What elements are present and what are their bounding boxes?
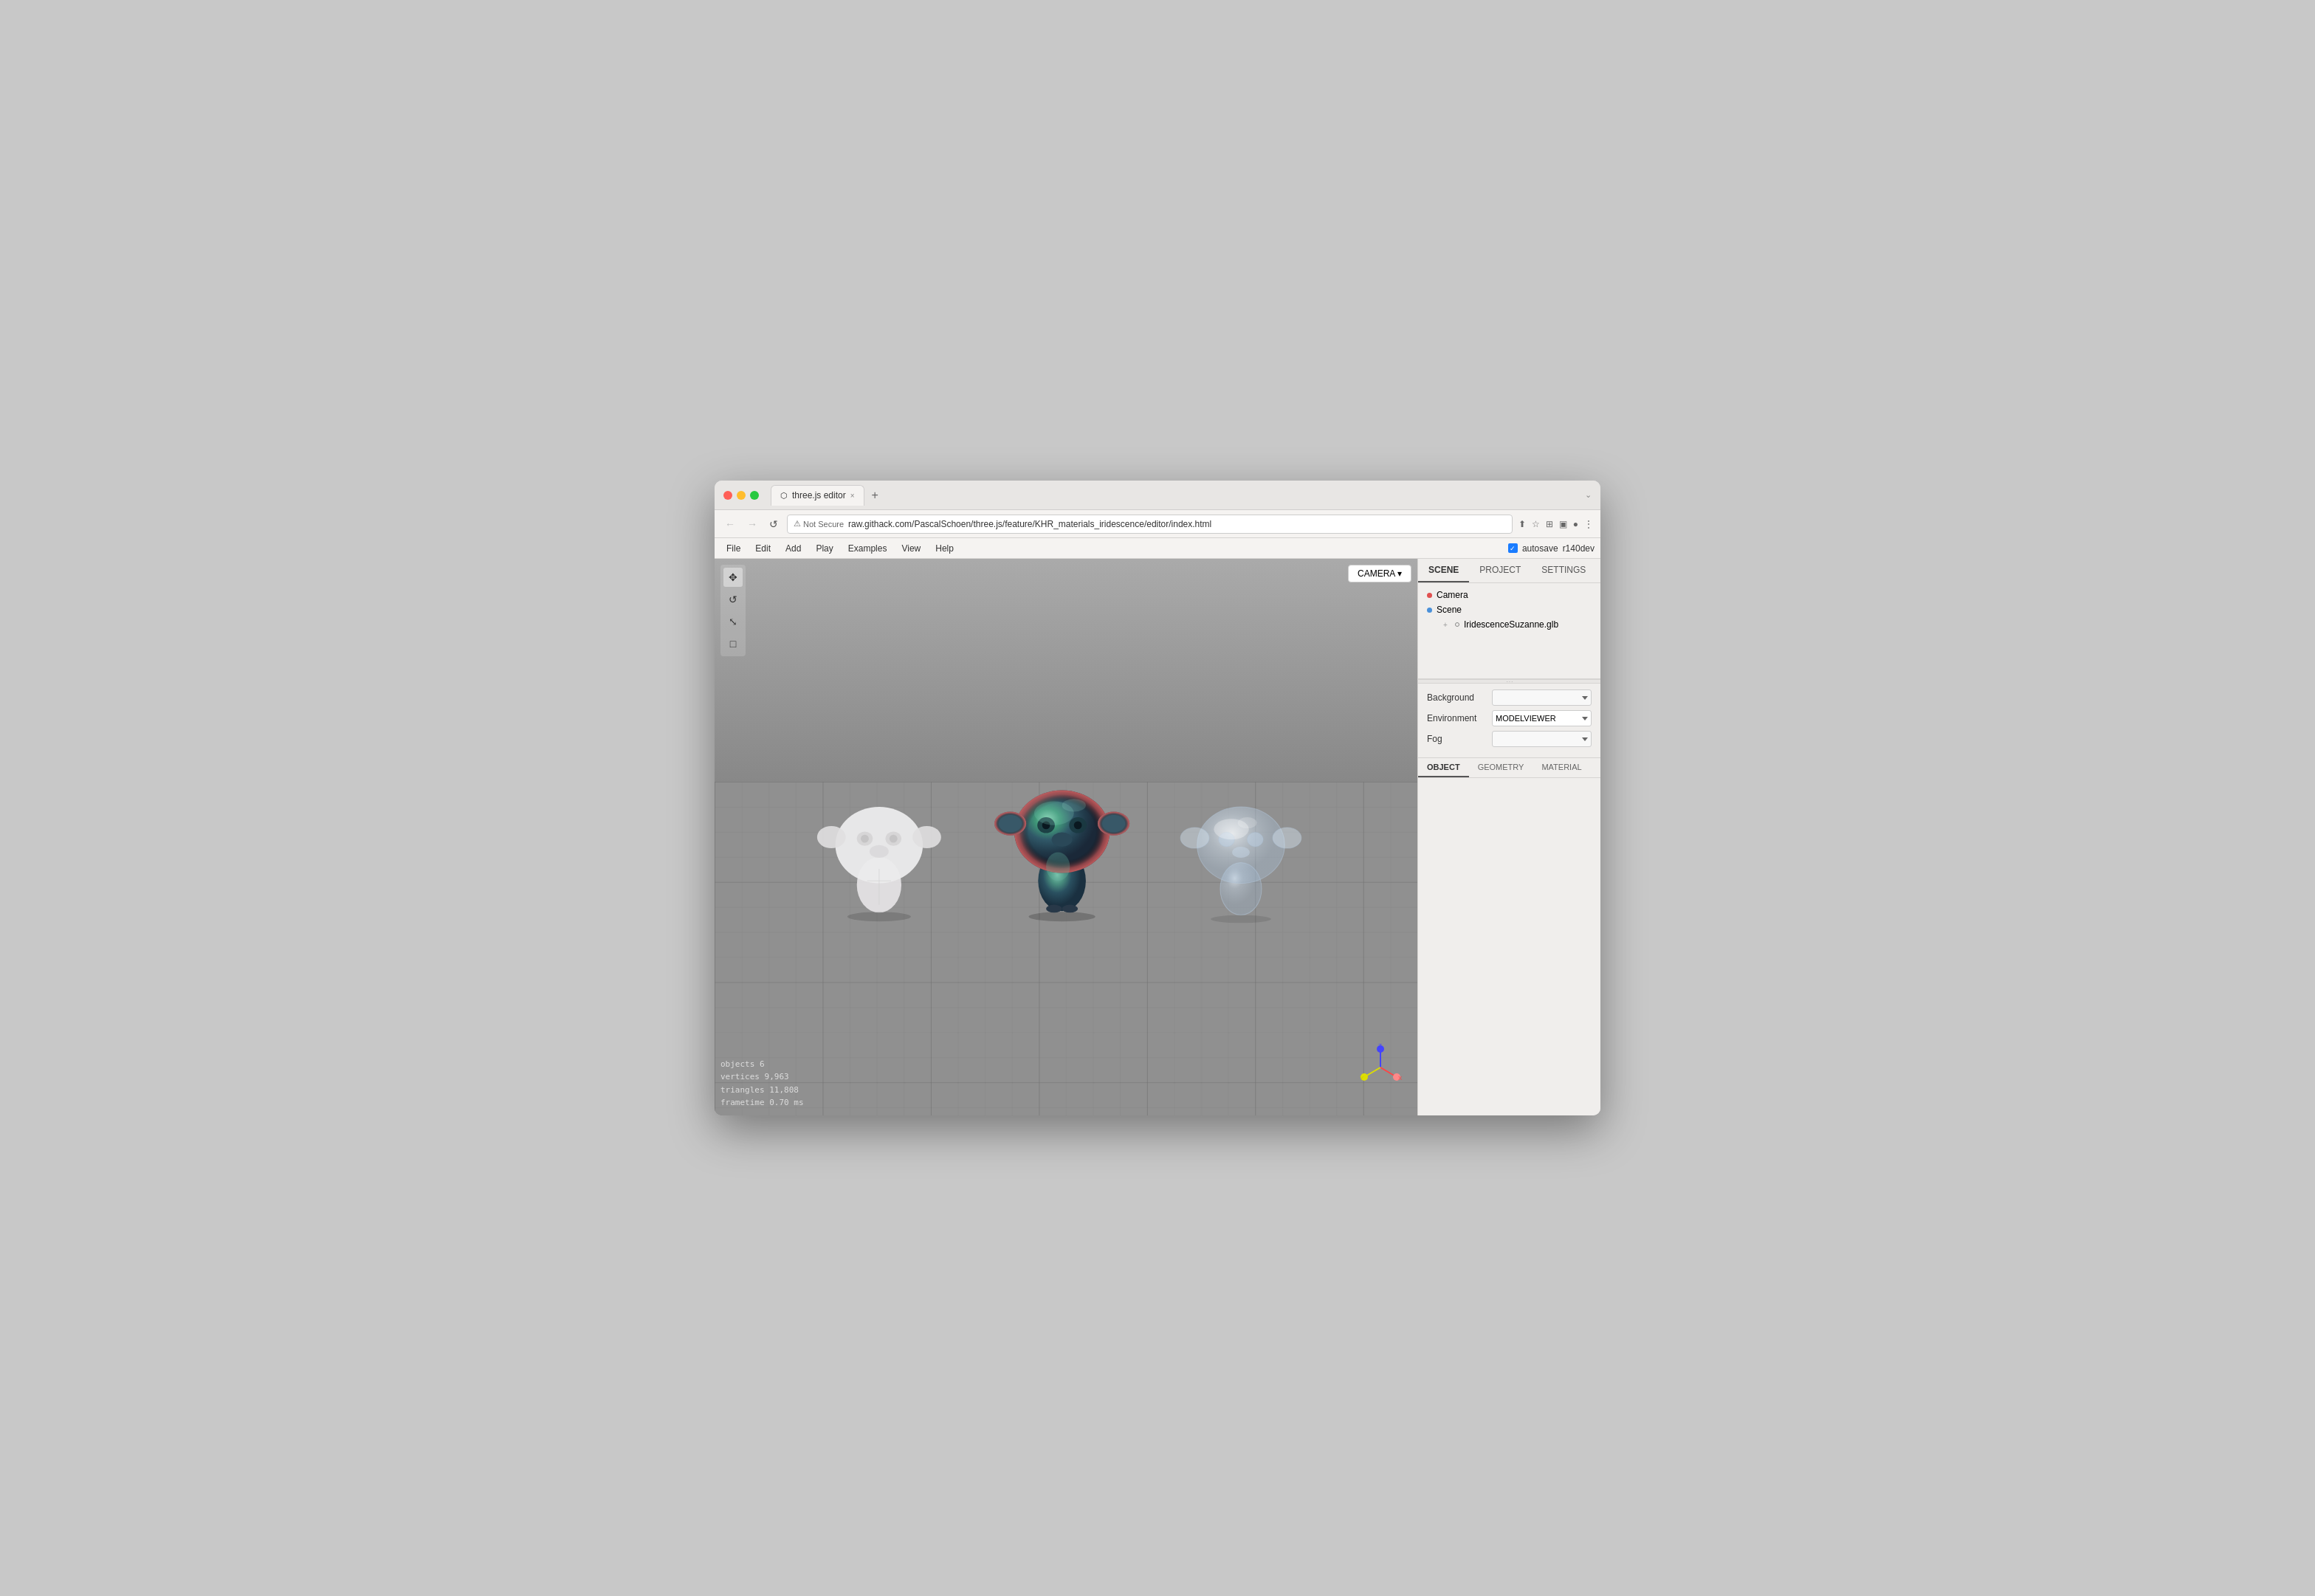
svg-rect-2	[715, 782, 1417, 1115]
tab-project[interactable]: PROJECT	[1469, 559, 1531, 582]
toolbar-left: ✥ ↺ ⤡ □	[720, 565, 746, 656]
tree-glb-label: IridescenceSuzanne.glb	[1464, 619, 1558, 630]
stat-vertices: vertices 9,963	[720, 1070, 804, 1084]
svg-text:X: X	[1398, 1075, 1403, 1081]
select-icon: □	[730, 638, 736, 650]
menu-play[interactable]: Play	[810, 541, 839, 556]
expand-icon: +	[1443, 621, 1451, 629]
fog-label: Fog	[1427, 734, 1486, 744]
scale-icon: ⤡	[729, 616, 737, 627]
main-content: ✥ ↺ ⤡ □ CAMERA ▾	[715, 559, 1600, 1115]
url-text: raw.githack.com/PascalSchoen/three.js/fe…	[848, 519, 1211, 529]
environment-row: Environment MODELVIEWER	[1427, 710, 1592, 726]
tab-close-button[interactable]: ×	[850, 492, 855, 500]
stat-objects: objects 6	[720, 1058, 804, 1071]
tab-settings[interactable]: SETTINGS	[1531, 559, 1596, 582]
autosave-checkbox[interactable]	[1508, 543, 1518, 553]
tree-camera-label: Camera	[1437, 590, 1468, 600]
tab-object[interactable]: OBJECT	[1418, 758, 1469, 777]
tree-item-scene[interactable]: Scene	[1418, 602, 1600, 617]
stat-frametime: frametime 0.70 ms	[720, 1096, 804, 1110]
more-icon[interactable]: ⋮	[1584, 519, 1593, 529]
camera-label: CAMERA ▾	[1358, 568, 1402, 579]
environment-select[interactable]: MODELVIEWER	[1492, 710, 1592, 726]
not-secure-label: Not Secure	[803, 520, 844, 529]
window-controls: ⌄	[1585, 490, 1592, 500]
svg-text:Y: Y	[1360, 1075, 1364, 1081]
scene-dot-icon	[1427, 608, 1432, 613]
file-dot-icon	[1455, 622, 1459, 627]
security-indicator: ⚠ Not Secure	[794, 519, 844, 529]
tab-material[interactable]: MATERIAL	[1533, 758, 1590, 777]
background-label: Background	[1427, 692, 1486, 703]
browser-window: ⬡ three.js editor × + ⌄ ← → ↺ ⚠ Not Secu…	[715, 481, 1600, 1115]
warning-icon: ⚠	[794, 519, 801, 529]
tab-title: three.js editor	[792, 490, 846, 501]
viewport[interactable]: ✥ ↺ ⤡ □ CAMERA ▾	[715, 559, 1417, 1115]
select-tool-button[interactable]: □	[723, 634, 743, 653]
rotate-tool-button[interactable]: ↺	[723, 590, 743, 609]
menu-edit[interactable]: Edit	[749, 541, 777, 556]
bookmark-icon[interactable]: ☆	[1532, 519, 1540, 529]
stat-triangles: triangles 11,808	[720, 1084, 804, 1097]
tab-bar: ⬡ three.js editor × +	[771, 485, 1579, 506]
back-button[interactable]: ←	[722, 517, 738, 532]
tree-scene-label: Scene	[1437, 605, 1462, 615]
menu-help[interactable]: Help	[929, 541, 960, 556]
move-icon: ✥	[729, 571, 737, 583]
maximize-window-button[interactable]	[750, 491, 759, 500]
address-bar: ← → ↺ ⚠ Not Secure raw.githack.com/Pasca…	[715, 510, 1600, 538]
forward-button[interactable]: →	[744, 517, 760, 532]
environment-label: Environment	[1427, 713, 1486, 723]
menu-view[interactable]: View	[895, 541, 926, 556]
profile-icon[interactable]: ●	[1573, 519, 1578, 529]
stats-overlay: objects 6 vertices 9,963 triangles 11,80…	[720, 1058, 804, 1110]
object-tabs: OBJECT GEOMETRY MATERIAL	[1418, 758, 1600, 778]
url-bar[interactable]: ⚠ Not Secure raw.githack.com/PascalSchoe…	[787, 515, 1513, 534]
tab-favicon-icon: ⬡	[780, 491, 788, 501]
camera-button[interactable]: CAMERA ▾	[1348, 565, 1411, 582]
fog-row: Fog	[1427, 731, 1592, 747]
version-label: r140dev	[1563, 543, 1595, 554]
fog-select[interactable]	[1492, 731, 1592, 747]
address-bar-icons: ⬆ ☆ ⊞ ▣ ● ⋮	[1518, 519, 1593, 529]
background-row: Background	[1427, 689, 1592, 706]
camera-dot-icon	[1427, 593, 1432, 598]
menu-examples[interactable]: Examples	[842, 541, 893, 556]
sidebar-icon[interactable]: ▣	[1559, 519, 1567, 529]
autosave-area: autosave r140dev	[1508, 543, 1595, 554]
move-tool-button[interactable]: ✥	[723, 568, 743, 587]
extensions-icon[interactable]: ⊞	[1546, 519, 1553, 529]
axis-indicator: Z X Y	[1358, 1042, 1395, 1079]
tab-scene[interactable]: SCENE	[1418, 559, 1469, 582]
minimize-window-button[interactable]	[737, 491, 746, 500]
scene-tree: Camera Scene + IridescenceSuzanne.glb	[1418, 583, 1600, 679]
tree-item-glb[interactable]: + IridescenceSuzanne.glb	[1418, 617, 1600, 632]
traffic-lights	[723, 491, 759, 500]
menu-add[interactable]: Add	[780, 541, 807, 556]
scale-tool-button[interactable]: ⤡	[723, 612, 743, 631]
svg-text:Z: Z	[1378, 1042, 1382, 1049]
refresh-button[interactable]: ↺	[766, 517, 781, 532]
object-content	[1418, 778, 1600, 1115]
title-bar: ⬡ three.js editor × + ⌄	[715, 481, 1600, 510]
menu-file[interactable]: File	[720, 541, 746, 556]
background-select[interactable]	[1492, 689, 1592, 706]
new-tab-button[interactable]: +	[867, 487, 883, 503]
grid-floor	[715, 782, 1417, 1115]
autosave-label: autosave	[1522, 543, 1558, 554]
panel-tabs: SCENE PROJECT SETTINGS	[1418, 559, 1600, 583]
share-icon[interactable]: ⬆	[1518, 519, 1526, 529]
right-panel: SCENE PROJECT SETTINGS Camera Scene +	[1417, 559, 1600, 1115]
tab-geometry[interactable]: GEOMETRY	[1469, 758, 1533, 777]
tree-item-camera[interactable]: Camera	[1418, 588, 1600, 602]
close-window-button[interactable]	[723, 491, 732, 500]
properties-section: Background Environment MODELVIEWER Fog	[1418, 684, 1600, 758]
rotate-icon: ↺	[729, 594, 737, 605]
active-tab[interactable]: ⬡ three.js editor ×	[771, 485, 864, 506]
menu-bar: File Edit Add Play Examples View Help au…	[715, 538, 1600, 559]
